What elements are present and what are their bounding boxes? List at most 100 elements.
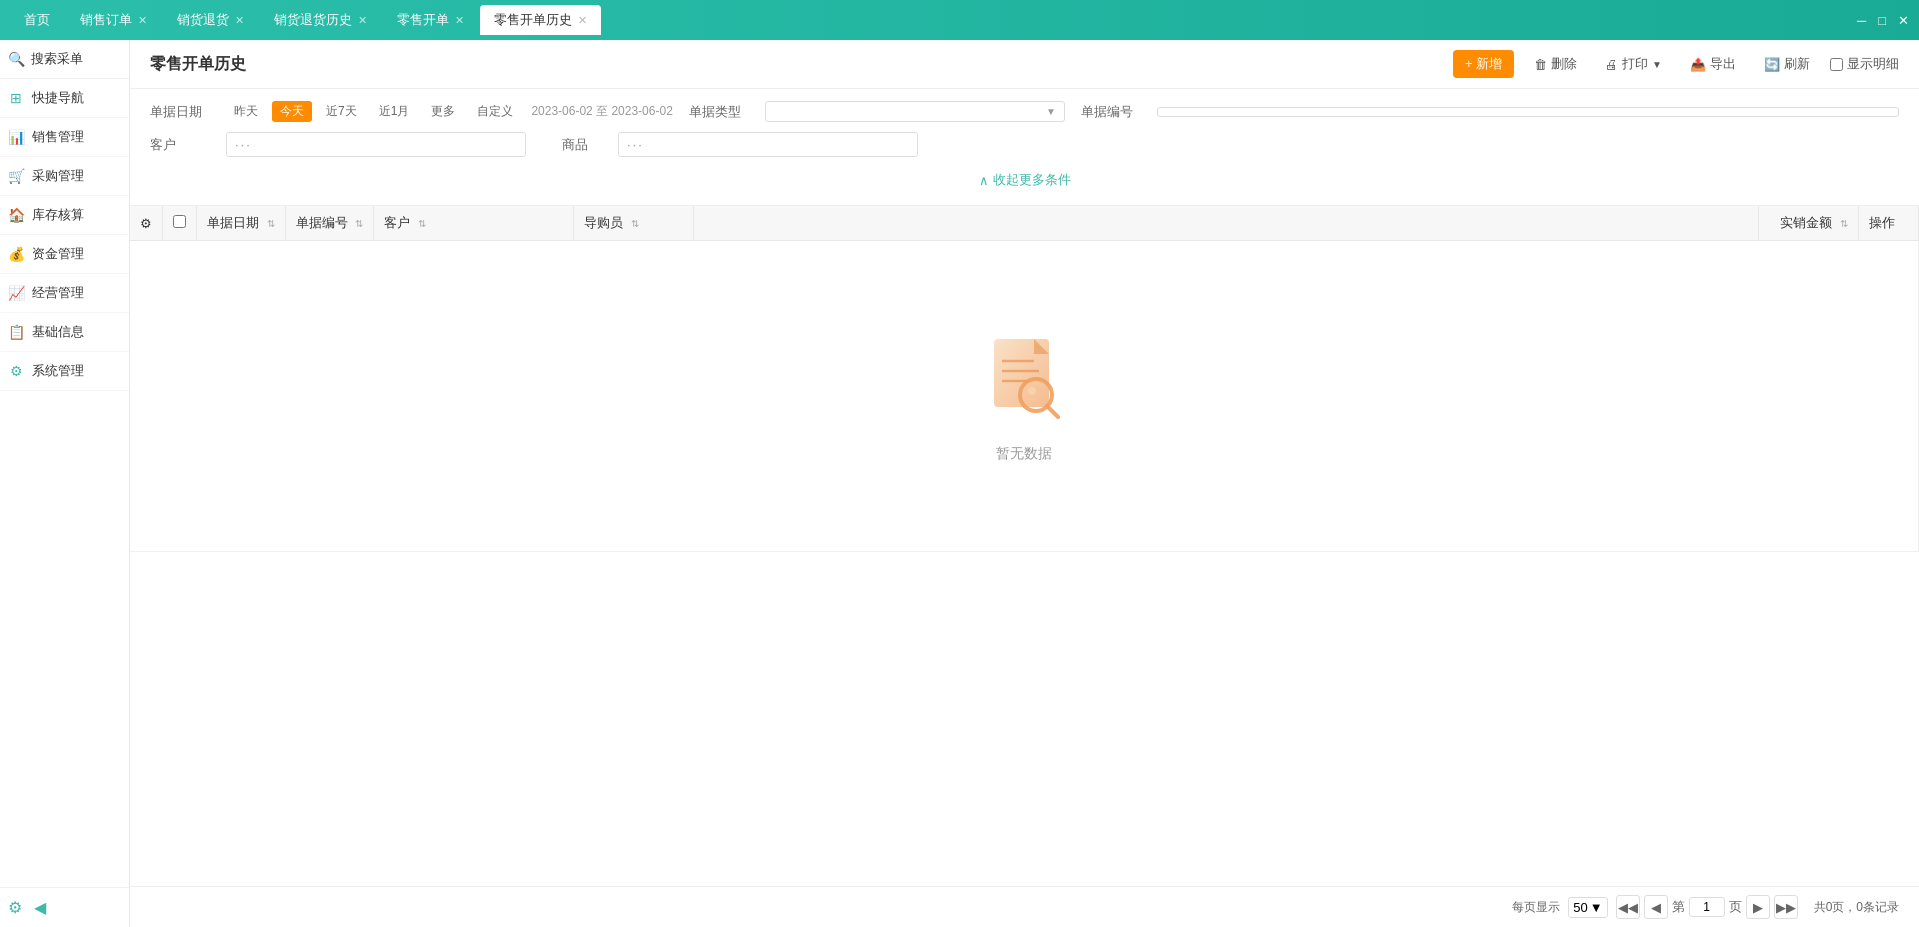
doc-date-sort-icon: ⇅ <box>267 218 275 229</box>
tab-retail-open[interactable]: 零售开单 ✕ <box>383 5 478 35</box>
sys-mgmt-icon: ⚙ <box>8 363 24 379</box>
sidebar-item-finance[interactable]: 💰 资金管理 <box>0 235 129 274</box>
print-chevron-icon: ▼ <box>1652 59 1662 70</box>
page-number-input[interactable] <box>1689 897 1725 917</box>
doc-type-select[interactable]: ▼ <box>765 101 1065 122</box>
data-table: ⚙ 单据日期 ⇅ 单据编号 ⇅ <box>130 206 1919 552</box>
product-input[interactable]: ··· <box>618 132 918 157</box>
sidebar-item-inventory[interactable]: 🏠 库存核算 <box>0 196 129 235</box>
sidebar-item-label: 库存核算 <box>32 206 84 224</box>
doc-no-input[interactable] <box>1157 107 1899 117</box>
date-btn-more[interactable]: 更多 <box>423 101 463 122</box>
inventory-icon: 🏠 <box>8 207 24 223</box>
window-close-btn[interactable]: ✕ <box>1898 13 1909 28</box>
tab-retail-open-history[interactable]: 零售开单历史 ✕ <box>480 5 601 35</box>
sidebar-item-sales-mgmt[interactable]: 📊 销售管理 <box>0 118 129 157</box>
finance-icon: 💰 <box>8 246 24 262</box>
per-page-select[interactable]: 50 ▼ <box>1568 897 1607 918</box>
date-filter-label: 单据日期 <box>150 103 210 121</box>
page-label: 第 <box>1672 898 1685 916</box>
minimize-btn[interactable]: ─ <box>1857 13 1866 28</box>
doc-type-label: 单据类型 <box>689 103 749 121</box>
sidebar-item-label: 系统管理 <box>32 362 84 380</box>
date-btn-today[interactable]: 今天 <box>272 101 312 122</box>
toolbar: + 新增 🗑 删除 🖨 打印 ▼ 📤 导出 🔄 刷新 <box>1453 50 1899 78</box>
th-doc-date[interactable]: 单据日期 ⇅ <box>197 206 286 241</box>
page-suffix: 页 <box>1729 898 1742 916</box>
sidebar-search-label: 搜索采单 <box>31 50 83 68</box>
sidebar-item-label: 销售管理 <box>32 128 84 146</box>
sidebar-item-purchase-mgmt[interactable]: 🛒 采购管理 <box>0 157 129 196</box>
sidebar-settings-icon[interactable]: ⚙ <box>8 898 22 917</box>
ops-mgmt-icon: 📈 <box>8 285 24 301</box>
tab-home[interactable]: 首页 <box>10 5 64 35</box>
date-btn-yesterday[interactable]: 昨天 <box>226 101 266 122</box>
product-input-placeholder: ··· <box>627 137 644 152</box>
page-info: 第 页 <box>1672 897 1742 917</box>
sidebar-search[interactable]: 🔍 搜索采单 <box>0 40 129 79</box>
pagination-bar: 每页显示 50 ▼ ◀◀ ◀ 第 页 ▶ <box>130 886 1919 927</box>
search-icon: 🔍 <box>8 51 25 67</box>
pagination-total: 共0页，0条记录 <box>1814 899 1899 916</box>
close-sales-return-icon[interactable]: ✕ <box>235 14 244 27</box>
prev-page-btn[interactable]: ◀ <box>1644 895 1668 919</box>
date-btn-custom[interactable]: 自定义 <box>469 101 521 122</box>
first-page-btn[interactable]: ◀◀ <box>1616 895 1640 919</box>
th-checkbox[interactable] <box>163 206 197 241</box>
svg-point-7 <box>1028 387 1036 395</box>
sidebar-item-ops-mgmt[interactable]: 📈 经营管理 <box>0 274 129 313</box>
select-all-checkbox[interactable] <box>173 215 186 228</box>
maximize-btn[interactable]: □ <box>1878 13 1886 28</box>
sidebar-item-label: 快捷导航 <box>32 89 84 107</box>
th-doc-no[interactable]: 单据编号 ⇅ <box>285 206 374 241</box>
delete-button[interactable]: 🗑 删除 <box>1526 51 1585 77</box>
page-header: 零售开单历史 + 新增 🗑 删除 🖨 打印 ▼ 📤 导出 <box>130 40 1919 89</box>
refresh-button[interactable]: 🔄 刷新 <box>1756 51 1818 77</box>
filter-row-2: 客户 ··· 商品 ··· <box>150 132 1899 157</box>
top-bar: 首页 销售订单 ✕ 销货退货 ✕ 销货退货历史 ✕ 零售开单 ✕ 零售开单历史 … <box>0 0 1919 40</box>
date-options: 昨天 今天 近7天 近1月 更多 自定义 2023-06-02 至 2023-0… <box>226 101 673 122</box>
sidebar-item-label: 基础信息 <box>32 323 84 341</box>
close-retail-open-icon[interactable]: ✕ <box>455 14 464 27</box>
first-page-icon: ◀◀ <box>1618 900 1638 915</box>
th-guide[interactable]: 导购员 ⇅ <box>574 206 694 241</box>
collapse-label: 收起更多条件 <box>993 171 1071 189</box>
sidebar-item-sys-mgmt[interactable]: ⚙ 系统管理 <box>0 352 129 391</box>
table-area: ⚙ 单据日期 ⇅ 单据编号 ⇅ <box>130 206 1919 886</box>
prev-page-icon: ◀ <box>1651 900 1661 915</box>
customer-input[interactable]: ··· <box>226 132 526 157</box>
close-retail-open-history-icon[interactable]: ✕ <box>578 14 587 27</box>
customer-sort-icon: ⇅ <box>418 218 426 229</box>
sidebar-item-basic-info[interactable]: 📋 基础信息 <box>0 313 129 352</box>
print-icon: 🖨 <box>1605 57 1618 72</box>
per-page-value: 50 <box>1573 900 1587 915</box>
close-sales-return-history-icon[interactable]: ✕ <box>358 14 367 27</box>
sidebar-bottom: ⚙ ◀ <box>0 887 129 927</box>
sidebar-collapse-icon[interactable]: ◀ <box>34 898 46 917</box>
th-spacer <box>694 206 1759 241</box>
print-button[interactable]: 🖨 打印 ▼ <box>1597 51 1670 77</box>
tab-sales-return[interactable]: 销货退货 ✕ <box>163 5 258 35</box>
doc-no-label: 单据编号 <box>1081 103 1141 121</box>
export-button[interactable]: 📤 导出 <box>1682 51 1744 77</box>
display-cols-checkbox[interactable]: 显示明细 <box>1830 55 1899 73</box>
sidebar-item-label: 经营管理 <box>32 284 84 302</box>
date-btn-7days[interactable]: 近7天 <box>318 101 365 122</box>
th-customer[interactable]: 客户 ⇅ <box>374 206 574 241</box>
tab-sales-return-history[interactable]: 销货退货历史 ✕ <box>260 5 381 35</box>
last-page-icon: ▶▶ <box>1776 900 1796 915</box>
add-button[interactable]: + 新增 <box>1453 50 1514 78</box>
settings-icon[interactable]: ⚙ <box>140 216 152 231</box>
next-page-btn[interactable]: ▶ <box>1746 895 1770 919</box>
th-amount[interactable]: 实销金额 ⇅ <box>1759 206 1859 241</box>
sidebar-item-label: 资金管理 <box>32 245 84 263</box>
sidebar: 🔍 搜索采单 ⊞ 快捷导航 📊 销售管理 🛒 采购管理 🏠 库存核算 💰 资金管… <box>0 40 130 927</box>
close-sales-order-icon[interactable]: ✕ <box>138 14 147 27</box>
collapse-button[interactable]: ∧ 收起更多条件 <box>150 167 1899 193</box>
date-btn-1month[interactable]: 近1月 <box>371 101 418 122</box>
filter-row-1: 单据日期 昨天 今天 近7天 近1月 更多 自定义 2023-06-02 至 2… <box>150 101 1899 122</box>
sidebar-item-quick-nav[interactable]: ⊞ 快捷导航 <box>0 79 129 118</box>
tab-sales-order[interactable]: 销售订单 ✕ <box>66 5 161 35</box>
last-page-btn[interactable]: ▶▶ <box>1774 895 1798 919</box>
th-settings[interactable]: ⚙ <box>130 206 163 241</box>
